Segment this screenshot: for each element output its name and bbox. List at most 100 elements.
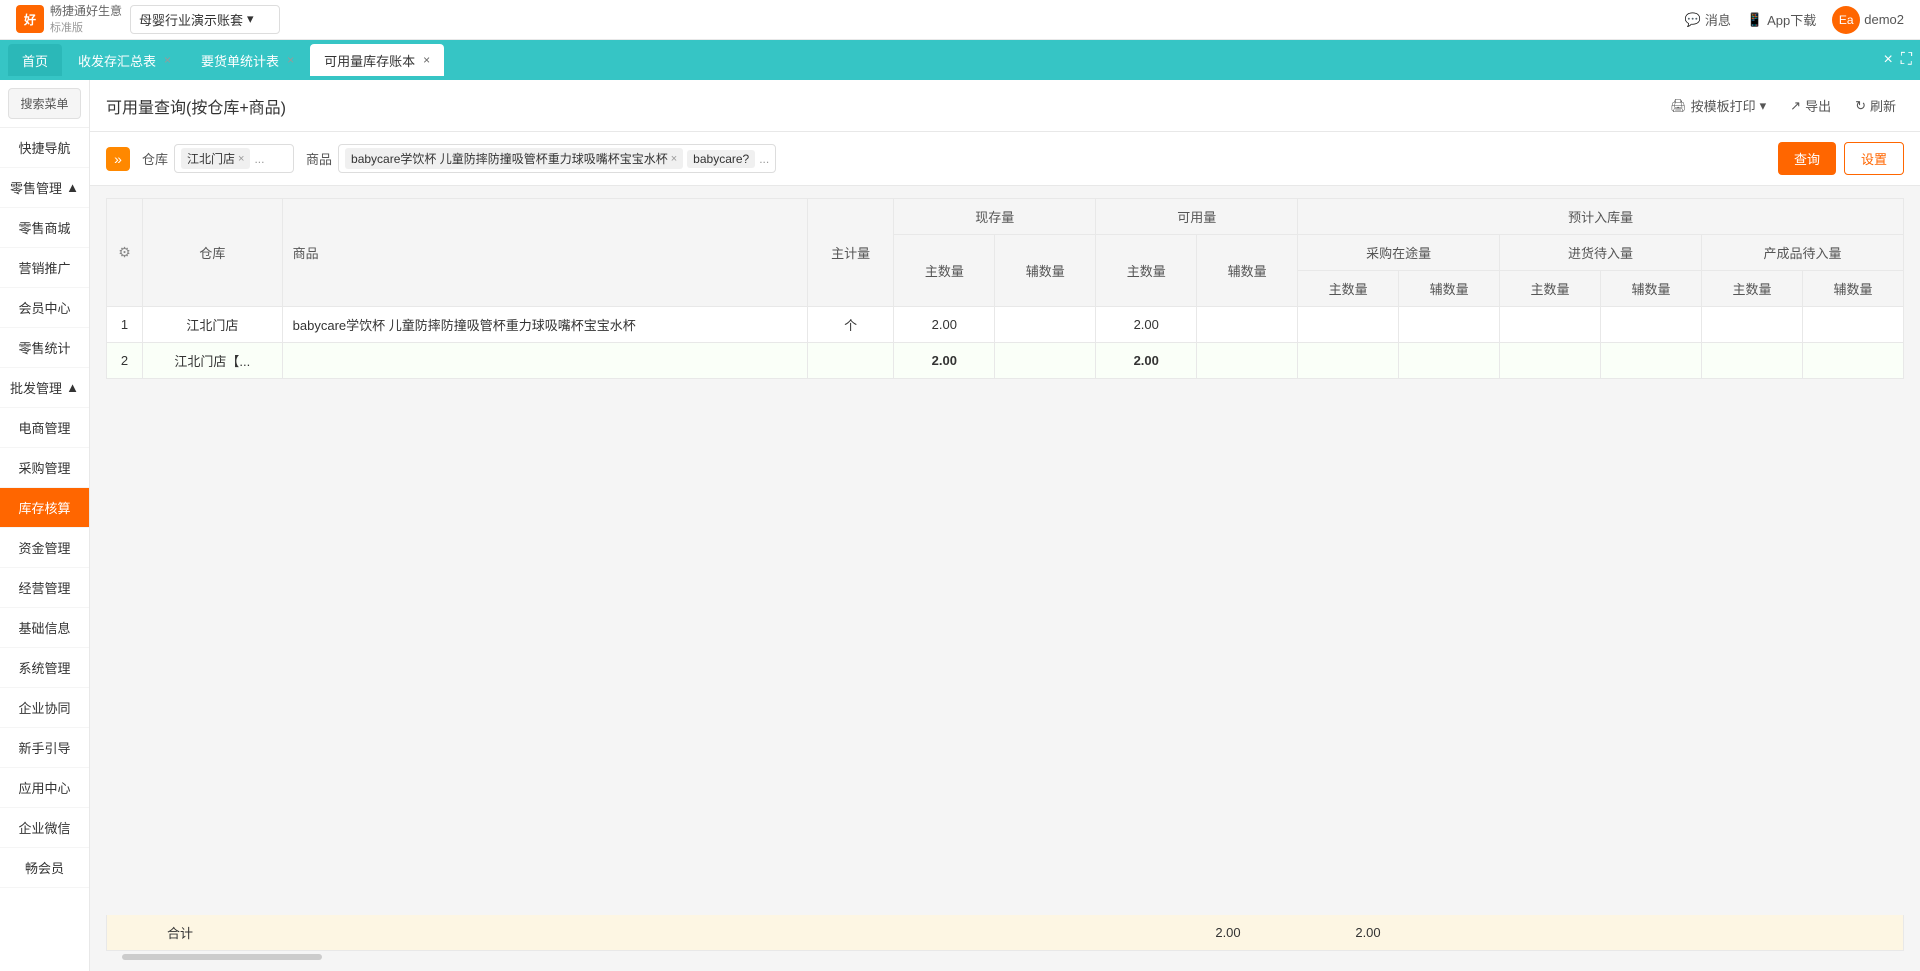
th-gear[interactable]: ⚙ xyxy=(107,199,143,307)
tab-order-stats-label: 要货单统计表 xyxy=(201,51,279,70)
inventory-table: ⚙ 仓库 商品 主计量 现存量 可用量 预计入库量 主数量 辅数量 主数量 辅数… xyxy=(106,198,1904,379)
tab-collection-summary-close[interactable]: × xyxy=(164,53,171,67)
product-tag-label: babycare学饮杯 儿童防摔防撞吸管杯重力球吸嘴杯宝宝水杯 xyxy=(351,150,668,167)
top-bar-right: 💬 消息 📱 App下载 Ea demo2 xyxy=(1685,6,1904,34)
footer-stock-main: 2.00 xyxy=(1193,925,1263,940)
logo-sub: 标准版 xyxy=(50,19,122,35)
table-area: ⚙ 仓库 商品 主计量 现存量 可用量 预计入库量 主数量 辅数量 主数量 辅数… xyxy=(90,186,1920,915)
search-menu-button[interactable]: 搜索菜单 xyxy=(8,88,81,119)
th-purchase-in-sub: 辅数量 xyxy=(1601,271,1702,307)
warehouse-tag-close[interactable]: × xyxy=(238,153,244,165)
page-header: 可用量查询(按仓库+商品) 🖨 按模板打印 ▾ ↗ 导出 ↻ 刷新 xyxy=(90,80,1920,132)
wholesale-management-label: 批发管理 xyxy=(10,378,62,397)
th-product: 商品 xyxy=(282,199,807,307)
tab-available-inventory-label: 可用量库存账本 xyxy=(324,51,415,70)
nav-tabs: 首页 收发存汇总表 × 要货单统计表 × 可用量库存账本 × × ⛶ xyxy=(0,40,1920,80)
download-icon: 📱 xyxy=(1747,12,1763,28)
sidebar-item-purchase[interactable]: 采购管理 xyxy=(0,448,89,488)
sidebar-item-vip[interactable]: 畅会员 xyxy=(0,848,89,888)
row2-production-sub xyxy=(1802,343,1903,379)
row1-stock-sub xyxy=(995,307,1096,343)
refresh-button[interactable]: ↻ 刷新 xyxy=(1847,92,1904,119)
horizontal-scrollbar[interactable] xyxy=(106,951,1904,963)
footer-label: 合计 xyxy=(117,923,197,942)
product-filter: 商品 babycare学饮杯 儿童防摔防撞吸管杯重力球吸嘴杯宝宝水杯 × bab… xyxy=(306,144,776,173)
gear-icon[interactable]: ⚙ xyxy=(118,244,131,260)
sidebar-item-retail-mall[interactable]: 零售商城 xyxy=(0,208,89,248)
sidebar-item-enterprise-collab[interactable]: 企业协同 xyxy=(0,688,89,728)
tab-order-stats-close[interactable]: × xyxy=(287,53,294,67)
print-template-button[interactable]: 🖨 按模板打印 ▾ xyxy=(1662,92,1774,119)
th-available-main: 主数量 xyxy=(1096,235,1197,307)
scroll-thumb[interactable] xyxy=(122,954,322,960)
sidebar-item-enterprise-wechat[interactable]: 企业微信 xyxy=(0,808,89,848)
fullscreen-button[interactable]: ⛶ xyxy=(1901,51,1912,69)
table-row: 2 江北门店【... 2.00 2.00 xyxy=(107,343,1904,379)
product-tag-babycare: babycare学饮杯 儿童防摔防撞吸管杯重力球吸嘴杯宝宝水杯 × xyxy=(345,148,683,169)
export-button[interactable]: ↗ 导出 xyxy=(1782,92,1839,119)
expand-filter-button[interactable]: » xyxy=(106,147,130,171)
expand-icon: » xyxy=(114,151,122,167)
tab-collection-summary[interactable]: 收发存汇总表 × xyxy=(64,44,185,76)
sidebar-item-app-center[interactable]: 应用中心 xyxy=(0,768,89,808)
user-name: demo2 xyxy=(1864,12,1904,27)
sidebar-item-new-guide[interactable]: 新手引导 xyxy=(0,728,89,768)
message-label: 消息 xyxy=(1705,10,1731,29)
download-button[interactable]: 📱 App下载 xyxy=(1747,10,1816,29)
th-purchase-main: 主数量 xyxy=(1298,271,1399,307)
warehouse-more[interactable]: ... xyxy=(254,152,264,166)
account-selector[interactable]: 母婴行业演示账套 ▾ xyxy=(130,5,280,34)
th-purchase-group: 采购在途量 xyxy=(1298,235,1500,271)
row1-purchase-main xyxy=(1298,307,1399,343)
logo-text-area: 畅捷通好生意 标准版 xyxy=(50,4,122,34)
th-planned-group: 预计入库量 xyxy=(1298,199,1904,235)
row2-purchase-main xyxy=(1298,343,1399,379)
product-tag-close[interactable]: × xyxy=(671,153,677,165)
nav-tabs-actions: × ⛶ xyxy=(1883,51,1912,69)
print-label: 按模板打印 xyxy=(1691,96,1756,115)
row2-stock-main: 2.00 xyxy=(894,343,995,379)
sidebar: 搜索菜单 快捷导航 零售管理 ▲ 零售商城 营销推广 会员中心 零售统计 批发管… xyxy=(0,80,90,971)
tab-home-label: 首页 xyxy=(22,51,48,70)
sidebar-item-ecommerce[interactable]: 电商管理 xyxy=(0,408,89,448)
tab-order-stats[interactable]: 要货单统计表 × xyxy=(187,44,308,76)
sidebar-item-system[interactable]: 系统管理 xyxy=(0,648,89,688)
chevron-down-icon: ▾ xyxy=(247,11,254,27)
settings-button[interactable]: 设置 xyxy=(1844,142,1904,175)
warehouse-tag-input[interactable]: 江北门店 × ... xyxy=(174,144,294,173)
close-all-tabs-button[interactable]: × xyxy=(1883,51,1892,69)
product-tag-input[interactable]: babycare学饮杯 儿童防摔防撞吸管杯重力球吸嘴杯宝宝水杯 × babyca… xyxy=(338,144,776,173)
message-button[interactable]: 💬 消息 xyxy=(1685,10,1731,29)
product-tag2-label: babycare? xyxy=(693,152,749,166)
user-area[interactable]: Ea demo2 xyxy=(1832,6,1904,34)
row2-available-main: 2.00 xyxy=(1096,343,1197,379)
sidebar-item-member-center[interactable]: 会员中心 xyxy=(0,288,89,328)
row2-warehouse: 江北门店【... xyxy=(143,343,283,379)
footer-production-main xyxy=(1753,925,1823,940)
sidebar-item-retail-management[interactable]: 零售管理 ▲ xyxy=(0,168,89,208)
footer-purchase-in-sub xyxy=(1683,925,1753,940)
row2-production-main xyxy=(1701,343,1802,379)
product-label: 商品 xyxy=(306,149,332,168)
th-stock-main: 主数量 xyxy=(894,235,995,307)
tab-available-inventory-close[interactable]: × xyxy=(423,53,430,67)
table-row: 1 江北门店 babycare学饮杯 儿童防摔防撞吸管杯重力球吸嘴杯宝宝水杯 个… xyxy=(107,307,1904,343)
th-stock-sub: 辅数量 xyxy=(995,235,1096,307)
product-more[interactable]: ... xyxy=(759,152,769,166)
sidebar-item-marketing[interactable]: 营销推广 xyxy=(0,248,89,288)
sidebar-item-basic-info[interactable]: 基础信息 xyxy=(0,608,89,648)
sidebar-item-inventory[interactable]: 库存核算 xyxy=(0,488,89,528)
sidebar-item-retail-stats[interactable]: 零售统计 xyxy=(0,328,89,368)
row1-warehouse: 江北门店 xyxy=(143,307,283,343)
query-button[interactable]: 查询 xyxy=(1778,142,1836,175)
row1-purchase-in-main xyxy=(1500,307,1601,343)
sidebar-item-quick-nav[interactable]: 快捷导航 xyxy=(0,128,89,168)
tab-available-inventory[interactable]: 可用量库存账本 × xyxy=(310,44,444,76)
tab-home[interactable]: 首页 xyxy=(8,44,62,76)
main-layout: 搜索菜单 快捷导航 零售管理 ▲ 零售商城 营销推广 会员中心 零售统计 批发管… xyxy=(0,80,1920,971)
sidebar-item-wholesale-management[interactable]: 批发管理 ▲ xyxy=(0,368,89,408)
th-production-group: 产成品待入量 xyxy=(1701,235,1903,271)
sidebar-item-finance[interactable]: 资金管理 xyxy=(0,528,89,568)
sidebar-item-operations[interactable]: 经营管理 xyxy=(0,568,89,608)
row1-unit: 个 xyxy=(807,307,894,343)
